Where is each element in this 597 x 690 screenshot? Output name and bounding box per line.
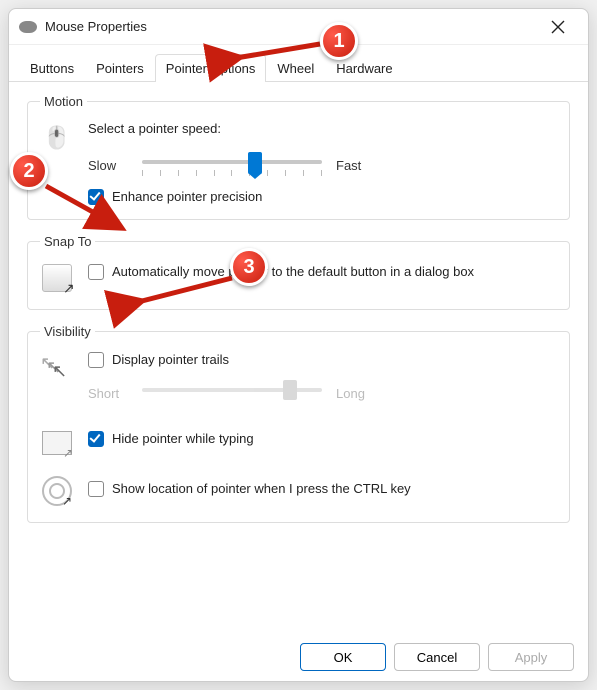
group-visibility-legend: Visibility [40,324,95,339]
tab-pointers[interactable]: Pointers [85,54,155,82]
close-button[interactable] [538,13,578,41]
enhance-precision-label: Enhance pointer precision [112,188,262,205]
show-location-label: Show location of pointer when I press th… [112,480,411,497]
dialog-buttons: OK Cancel Apply [300,643,574,671]
show-location-checkbox[interactable] [88,481,104,497]
trails-short-label: Short [88,386,128,401]
pointer-speed-slider[interactable] [142,150,322,180]
panel-pointer-options: Motion 🖱️ Select a pointer speed: Slow [9,82,588,523]
annotation-arrow-2 [40,180,130,240]
apply-button[interactable]: Apply [488,643,574,671]
hide-typing-icon [40,426,74,460]
ok-button[interactable]: OK [300,643,386,671]
slow-label: Slow [88,158,128,173]
group-visibility: Visibility ↖↖↖ Display pointer trails Sh… [27,324,570,523]
tab-buttons[interactable]: Buttons [19,54,85,82]
show-location-icon [40,474,74,508]
close-icon [551,20,565,34]
annotation-arrow-1 [228,40,328,70]
annotation-arrow-3 [130,274,240,314]
hide-while-typing-checkbox[interactable] [88,431,104,447]
pointer-trails-slider[interactable] [142,378,322,408]
snap-to-checkbox[interactable] [88,264,104,280]
pointer-trails-checkbox[interactable] [88,352,104,368]
hide-while-typing-label: Hide pointer while typing [112,430,254,447]
snap-to-icon [40,261,74,295]
fast-label: Fast [336,158,376,173]
group-snap-to: Snap To Automatically move pointer to th… [27,234,570,310]
pointer-trails-label: Display pointer trails [112,351,229,368]
window-title: Mouse Properties [45,19,147,34]
annotation-badge-1: 1 [320,22,358,60]
trails-long-label: Long [336,386,376,401]
annotation-badge-3: 3 [230,248,268,286]
annotation-badge-2: 2 [10,152,48,190]
cancel-button[interactable]: Cancel [394,643,480,671]
mouse-properties-dialog: Mouse Properties Buttons Pointers Pointe… [8,8,589,682]
trails-icon: ↖↖↖ [40,351,74,385]
mouse-icon [19,21,37,33]
group-motion-legend: Motion [40,94,87,109]
motion-cursor-icon: 🖱️ [40,121,74,155]
motion-heading: Select a pointer speed: [88,121,557,136]
